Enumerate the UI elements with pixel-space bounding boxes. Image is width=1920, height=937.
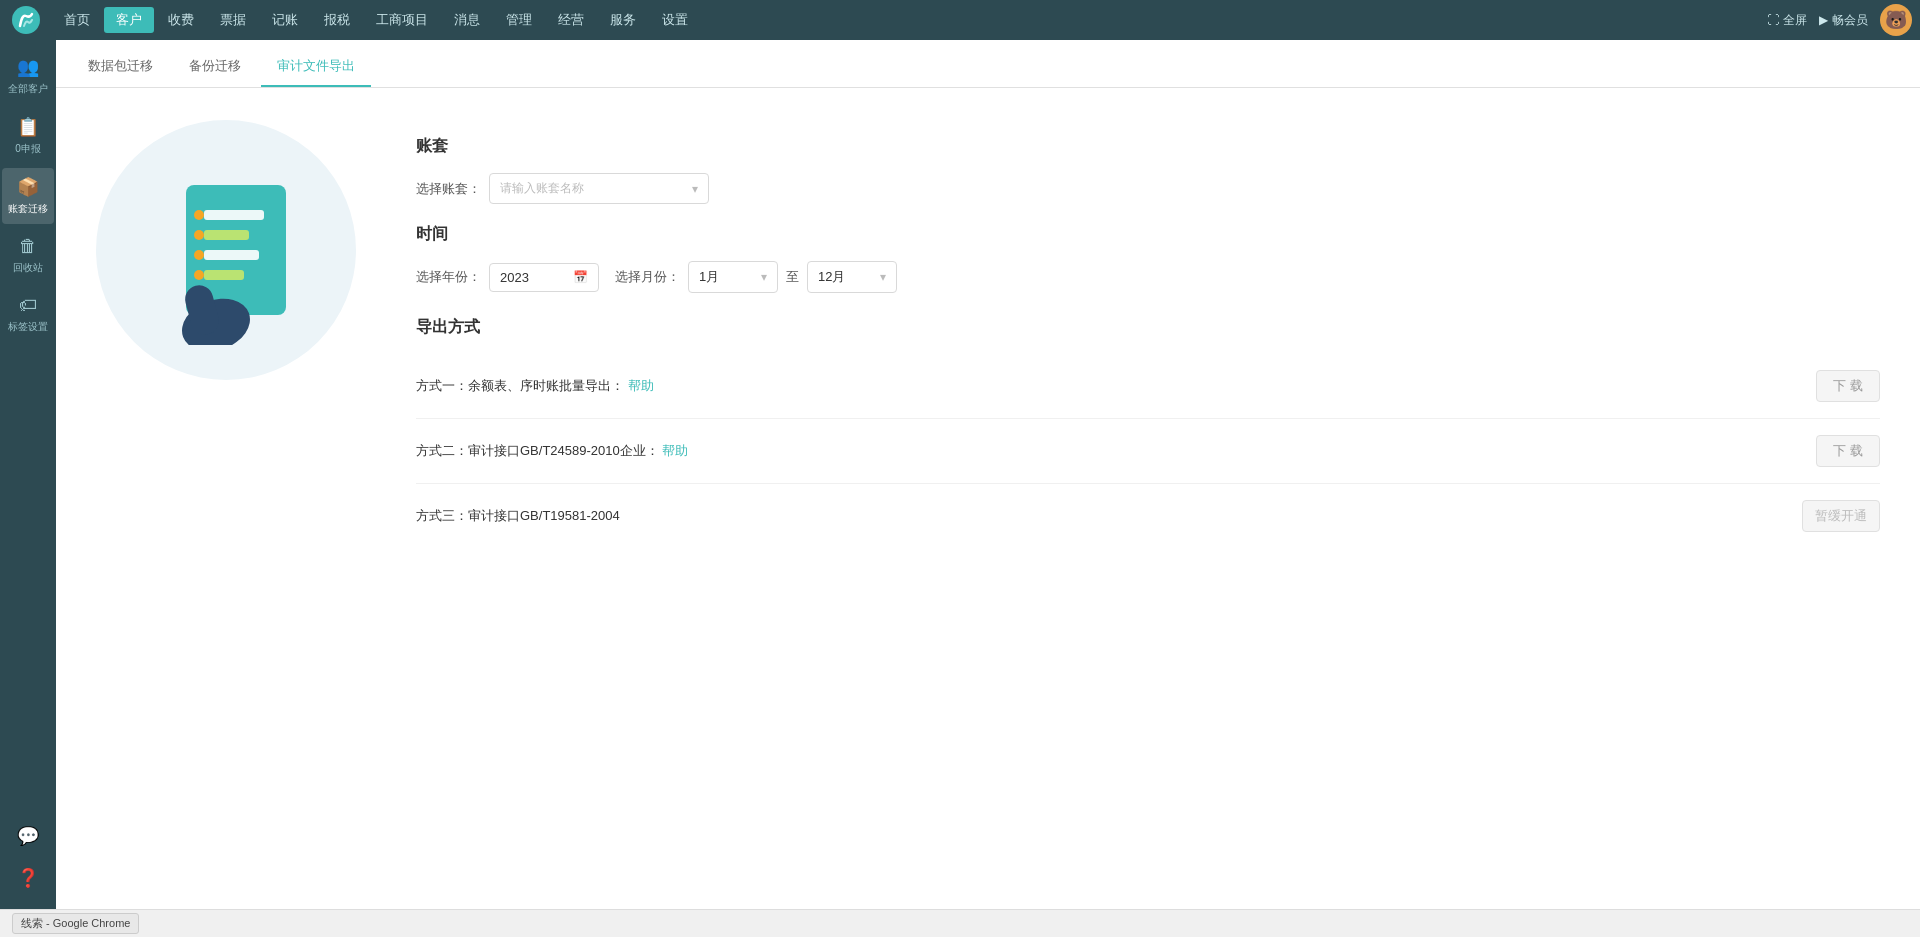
method3-coming-soon-button: 暂缓开通 [1802, 500, 1880, 532]
form-area: 账套 选择账套： 请输入账套名称 ▾ 时间 选择年份： 2023 📅 [416, 120, 1880, 548]
account-row: 选择账套： 请输入账套名称 ▾ [416, 173, 1880, 204]
method1-download-button[interactable]: 下 载 [1816, 370, 1880, 402]
nav-fees[interactable]: 收费 [156, 7, 206, 33]
account-label: 选择账套： [416, 180, 481, 198]
app-logo [8, 2, 44, 38]
month-to-arrow: ▾ [880, 270, 886, 284]
svg-point-0 [12, 6, 40, 34]
nav-message[interactable]: 消息 [442, 7, 492, 33]
nav-business[interactable]: 工商项目 [364, 7, 440, 33]
nav-right: ⛶ 全屏 ▶ 畅会员 🐻 [1767, 4, 1912, 36]
method2-help-link[interactable]: 帮助 [662, 443, 688, 458]
chat-icon: 💬 [17, 825, 39, 847]
export-method-3: 方式三：审计接口GB/T19581-2004 暂缓开通 [416, 484, 1880, 548]
nav-manage[interactable]: 管理 [494, 7, 544, 33]
user-avatar[interactable]: 🐻 [1880, 4, 1912, 36]
trash-icon: 🗑 [19, 236, 37, 257]
nav-tax[interactable]: 报税 [312, 7, 362, 33]
nav-invoices[interactable]: 票据 [208, 7, 258, 33]
export-method-1: 方式一：余额表、序时账批量导出： 帮助 下 载 [416, 354, 1880, 419]
sidebar-item-all-customers[interactable]: 👥 全部客户 [2, 48, 54, 104]
account-dropdown-arrow: ▾ [692, 182, 698, 196]
export-method-2-text: 方式二：审计接口GB/T24589-2010企业： 帮助 [416, 442, 688, 460]
method1-help-link[interactable]: 帮助 [628, 378, 654, 393]
calendar-icon: 📅 [573, 270, 588, 284]
month-from-select[interactable]: 1月 ▾ [688, 261, 778, 293]
help-icon: ❓ [17, 867, 39, 889]
export-section: 导出方式 方式一：余额表、序时账批量导出： 帮助 下 载 方式二：审计接口GB/… [416, 317, 1880, 548]
nav-home[interactable]: 首页 [52, 7, 102, 33]
fullscreen-icon: ⛶ [1767, 13, 1779, 27]
tab-data-migration[interactable]: 数据包迁移 [72, 45, 169, 87]
tab-backup-migration[interactable]: 备份迁移 [173, 45, 257, 87]
tab-audit-export[interactable]: 审计文件导出 [261, 45, 371, 87]
sidebar-item-account-migration[interactable]: 📦 账套迁移 [2, 168, 54, 224]
month-from-arrow: ▾ [761, 270, 767, 284]
svg-rect-2 [204, 210, 264, 220]
method2-download-button[interactable]: 下 载 [1816, 435, 1880, 467]
migration-icon: 📦 [17, 176, 39, 198]
status-bar: 线索 - Google Chrome [0, 909, 1920, 937]
account-placeholder: 请输入账套名称 [500, 180, 584, 197]
accounting-illustration [146, 155, 306, 345]
svg-point-7 [194, 230, 204, 240]
customers-icon: 👥 [17, 56, 39, 78]
nav-items: 首页 客户 收费 票据 记账 报税 工商项目 消息 管理 经营 服务 设置 [52, 7, 1767, 33]
sidebar-item-zero-declaration[interactable]: 📋 0申报 [2, 108, 54, 164]
sidebar-help[interactable]: ❓ [2, 859, 54, 897]
export-method-1-text: 方式一：余额表、序时账批量导出： 帮助 [416, 377, 654, 395]
top-navigation: 首页 客户 收费 票据 记账 报税 工商项目 消息 管理 经营 服务 设置 ⛶ … [0, 0, 1920, 40]
month-label: 选择月份： [615, 268, 680, 286]
export-method-3-text: 方式三：审计接口GB/T19581-2004 [416, 507, 620, 525]
nav-settings[interactable]: 设置 [650, 7, 700, 33]
to-separator: 至 [786, 268, 799, 286]
account-section-title: 账套 [416, 136, 1880, 157]
page-content: 账套 选择账套： 请输入账套名称 ▾ 时间 选择年份： 2023 📅 [56, 88, 1920, 909]
sidebar-chat[interactable]: 💬 [2, 817, 54, 855]
time-controls: 2023 📅 选择月份： 1月 ▾ 至 12月 ▾ [489, 261, 897, 293]
sidebar-item-tag-settings[interactable]: 🏷 标签设置 [2, 287, 54, 342]
play-icon: ▶ [1819, 13, 1828, 27]
sidebar-item-recycle[interactable]: 🗑 回收站 [2, 228, 54, 283]
export-section-title: 导出方式 [416, 317, 1880, 338]
svg-rect-5 [204, 270, 244, 280]
illustration-circle [96, 120, 356, 380]
illustration-area [96, 120, 356, 380]
account-select[interactable]: 请输入账套名称 ▾ [489, 173, 709, 204]
sidebar-bottom: 💬 ❓ [2, 817, 54, 909]
export-method-2: 方式二：审计接口GB/T24589-2010企业： 帮助 下 载 [416, 419, 1880, 484]
declaration-icon: 📋 [17, 116, 39, 138]
year-label: 选择年份： [416, 268, 481, 286]
chrome-status-label: 线索 - Google Chrome [12, 913, 139, 934]
year-input[interactable]: 2023 📅 [489, 263, 599, 292]
member-button[interactable]: ▶ 畅会员 [1819, 12, 1868, 29]
tab-bar: 数据包迁移 备份迁移 审计文件导出 [56, 40, 1920, 88]
nav-operation[interactable]: 经营 [546, 7, 596, 33]
month-to-select[interactable]: 12月 ▾ [807, 261, 897, 293]
main-layout: 👥 全部客户 📋 0申报 📦 账套迁移 🗑 回收站 🏷 标签设置 💬 ❓ [0, 40, 1920, 909]
time-row: 选择年份： 2023 📅 选择月份： 1月 ▾ 至 12月 [416, 261, 1880, 293]
tag-icon: 🏷 [19, 295, 37, 316]
fullscreen-button[interactable]: ⛶ 全屏 [1767, 12, 1807, 29]
nav-service[interactable]: 服务 [598, 7, 648, 33]
svg-point-8 [194, 250, 204, 260]
time-section-title: 时间 [416, 224, 1880, 245]
svg-rect-4 [204, 250, 259, 260]
svg-point-9 [194, 270, 204, 280]
svg-point-6 [194, 210, 204, 220]
nav-customers[interactable]: 客户 [104, 7, 154, 33]
nav-accounting[interactable]: 记账 [260, 7, 310, 33]
left-sidebar: 👥 全部客户 📋 0申报 📦 账套迁移 🗑 回收站 🏷 标签设置 💬 ❓ [0, 40, 56, 909]
svg-rect-3 [204, 230, 249, 240]
content-area: 数据包迁移 备份迁移 审计文件导出 [56, 40, 1920, 909]
